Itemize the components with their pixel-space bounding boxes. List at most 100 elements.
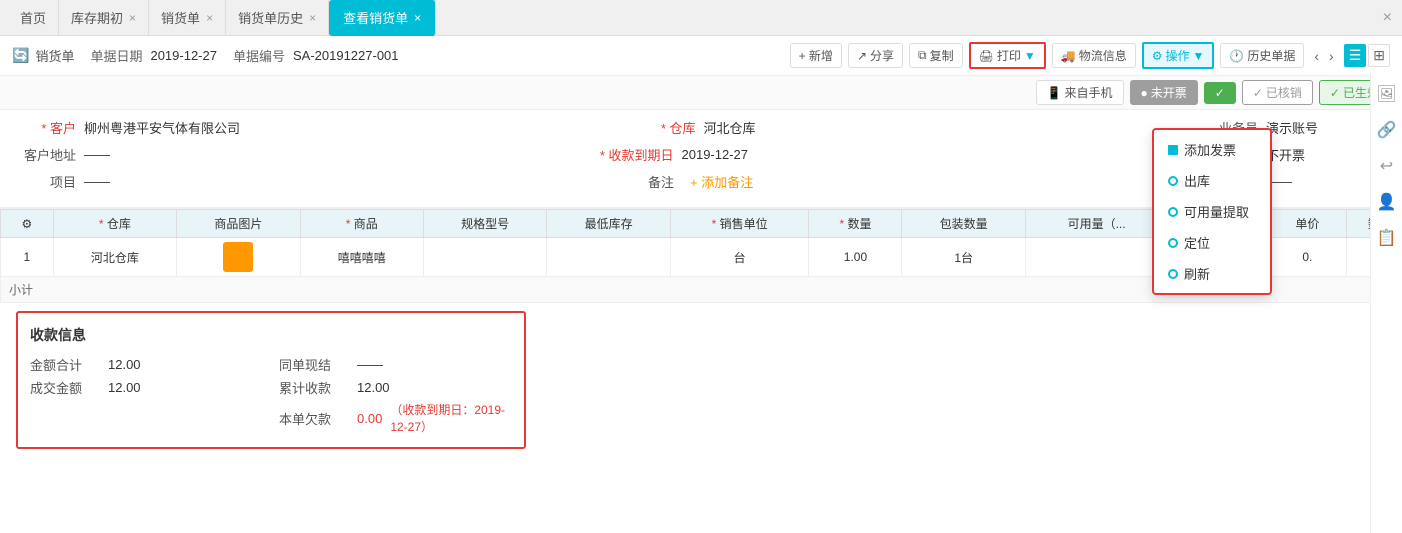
total-label: 金额合计: [30, 355, 100, 374]
th-available: 可用量（...: [1025, 210, 1167, 238]
th-product: * 商品: [300, 210, 423, 238]
tab-close-history[interactable]: ×: [309, 11, 316, 25]
grid-view-btn[interactable]: ⊞: [1368, 44, 1390, 67]
summary-title: 收款信息: [30, 325, 512, 345]
tab-close-view[interactable]: ×: [414, 11, 421, 25]
doc-header: 🔄 销货单 单据日期 2019-12-27 单据编号 SA-20191227-0…: [0, 36, 1402, 76]
checkmark-icon: ✓: [1253, 86, 1263, 100]
refresh-icon: [1168, 269, 1178, 279]
ticket-icon: ●: [1141, 86, 1148, 100]
tab-home[interactable]: 首页: [8, 0, 59, 36]
due-date-value: 2019-12-27: [682, 147, 802, 162]
sub-toolbar: 📱 来自手机 ● 未开票 ✓ ✓ 已核销 ✓ 已生效: [0, 76, 1402, 110]
row-warehouse: 河北仓库: [53, 238, 176, 277]
project-value: ——: [84, 174, 204, 189]
tab-sales-history[interactable]: 销货单历史 ×: [226, 0, 329, 36]
remark-label: 备注: [648, 172, 674, 191]
row-image: [177, 238, 300, 277]
share-button[interactable]: ↗ 分享: [848, 43, 903, 68]
undo-sidebar-icon[interactable]: ↩: [1376, 152, 1397, 180]
logistics-button[interactable]: 🚚 物流信息: [1052, 43, 1136, 68]
tab-view-sales[interactable]: 查看销货单 ×: [329, 0, 436, 36]
menu-item-available[interactable]: 可用量提取: [1154, 196, 1270, 227]
same-order-label: 同单现结: [279, 355, 349, 374]
right-sidebar: 🖼 🔗 ↩ 👤 📋 ⤢: [1370, 72, 1402, 533]
total-value: 12.00: [108, 357, 141, 372]
operations-dropdown: 添加发票 出库 可用量提取 定位 刷新: [1152, 128, 1272, 295]
cumulative-label: 累计收款: [279, 378, 349, 397]
row-qty: 1.00: [809, 238, 902, 277]
print-dropdown-arrow: ▼: [1024, 49, 1036, 63]
check-button[interactable]: ✓: [1204, 82, 1236, 104]
locate-icon: [1168, 238, 1178, 248]
menu-item-locate[interactable]: 定位: [1154, 227, 1270, 258]
th-min-stock: 最低库存: [547, 210, 670, 238]
row-price: 0.: [1268, 238, 1346, 277]
effective-icon: ✓: [1330, 86, 1340, 100]
th-gear[interactable]: ⚙: [1, 210, 54, 238]
sold-status-badge: ✓ 已核销: [1242, 80, 1313, 105]
add-remark-button[interactable]: + 添加备注: [690, 172, 753, 191]
summary-box: 收款信息 金额合计 12.00 同单现结 —— 成交金额 12.00 累计收款 …: [16, 311, 526, 449]
global-close-icon[interactable]: ×: [1383, 9, 1392, 27]
add-button[interactable]: + 新增: [790, 43, 842, 68]
cumulative-value: 12.00: [357, 380, 390, 395]
th-qty: * 数量: [809, 210, 902, 238]
customer-value: 柳州粤港平安气体有限公司: [84, 118, 240, 137]
th-image: 商品图片: [177, 210, 300, 238]
doc-type-icon: 🔄: [12, 47, 29, 64]
available-icon: [1168, 207, 1178, 217]
tab-inventory-init[interactable]: 库存期初 ×: [59, 0, 149, 36]
history-icon: 🕐: [1229, 49, 1244, 63]
row-unit: 台: [670, 238, 809, 277]
th-spec: 规格型号: [423, 210, 546, 238]
menu-item-invoice[interactable]: 添加发票: [1154, 134, 1270, 165]
deal-amount-row: 成交金额 12.00: [30, 378, 263, 397]
operations-icon: ⚙: [1152, 49, 1163, 63]
tab-close-inventory[interactable]: ×: [129, 11, 136, 25]
cumulative-row: 累计收款 12.00: [279, 378, 512, 397]
warehouse-label: * 仓库: [636, 118, 696, 137]
menu-item-outbound[interactable]: 出库: [1154, 165, 1270, 196]
invoice-icon: [1168, 145, 1178, 155]
tab-sales-order[interactable]: 销货单 ×: [149, 0, 226, 36]
doc-sidebar-icon[interactable]: 📋: [1373, 224, 1401, 252]
warehouse-value: 河北仓库: [704, 118, 824, 137]
menu-item-refresh[interactable]: 刷新: [1154, 258, 1270, 289]
operations-button[interactable]: ⚙ 操作 ▼: [1142, 42, 1215, 69]
owed-label: 本单欠款: [279, 409, 349, 428]
main-content: 🔄 销货单 单据日期 2019-12-27 单据编号 SA-20191227-0…: [0, 36, 1402, 533]
nav-arrows: ‹ ›: [1310, 46, 1337, 66]
staff-value: 演示账号: [1266, 118, 1386, 137]
th-price: 单价: [1268, 210, 1346, 238]
th-warehouse: * 仓库: [53, 210, 176, 238]
outbound-icon: [1168, 176, 1178, 186]
deal-amount-value: 12.00: [108, 380, 141, 395]
deal-amount-label: 成交金额: [30, 378, 100, 397]
view-toggle: ☰ ⊞: [1344, 44, 1390, 67]
due-date-label: * 收款到期日: [600, 145, 674, 164]
copy-button[interactable]: ⧉ 复制: [909, 43, 963, 68]
link-sidebar-icon[interactable]: 🔗: [1373, 116, 1401, 144]
owed-row: 本单欠款 0.00 （收款到期日：2019-12-27）: [279, 401, 512, 435]
print-button[interactable]: 🖨 打印 ▼: [969, 42, 1046, 69]
customer-label: * 客户: [16, 118, 76, 137]
row-min-stock: [547, 238, 670, 277]
prev-arrow[interactable]: ‹: [1310, 46, 1323, 66]
tab-close-sales[interactable]: ×: [206, 11, 213, 25]
row-spec: [423, 238, 546, 277]
print-icon: 🖨: [979, 49, 994, 63]
summary-grid: 金额合计 12.00 同单现结 —— 成交金额 12.00 累计收款 12.00…: [30, 355, 512, 435]
image-sidebar-icon[interactable]: 🖼: [1372, 80, 1400, 108]
tab-bar: 首页 库存期初 × 销货单 × 销货单历史 × 查看销货单 × ×: [0, 0, 1402, 36]
row-available: [1025, 238, 1167, 277]
history-button[interactable]: 🕐 历史单据: [1220, 43, 1304, 68]
next-arrow[interactable]: ›: [1325, 46, 1338, 66]
total-row: 金额合计 12.00: [30, 355, 263, 374]
truck-icon: 🚚: [1061, 49, 1076, 63]
uninvoiced-button[interactable]: ● 未开票: [1130, 80, 1198, 105]
phone-button[interactable]: 📱 来自手机: [1036, 80, 1124, 105]
ticket-value: 不开票: [1266, 145, 1386, 164]
list-view-btn[interactable]: ☰: [1344, 44, 1367, 67]
user-sidebar-icon[interactable]: 👤: [1373, 188, 1401, 216]
